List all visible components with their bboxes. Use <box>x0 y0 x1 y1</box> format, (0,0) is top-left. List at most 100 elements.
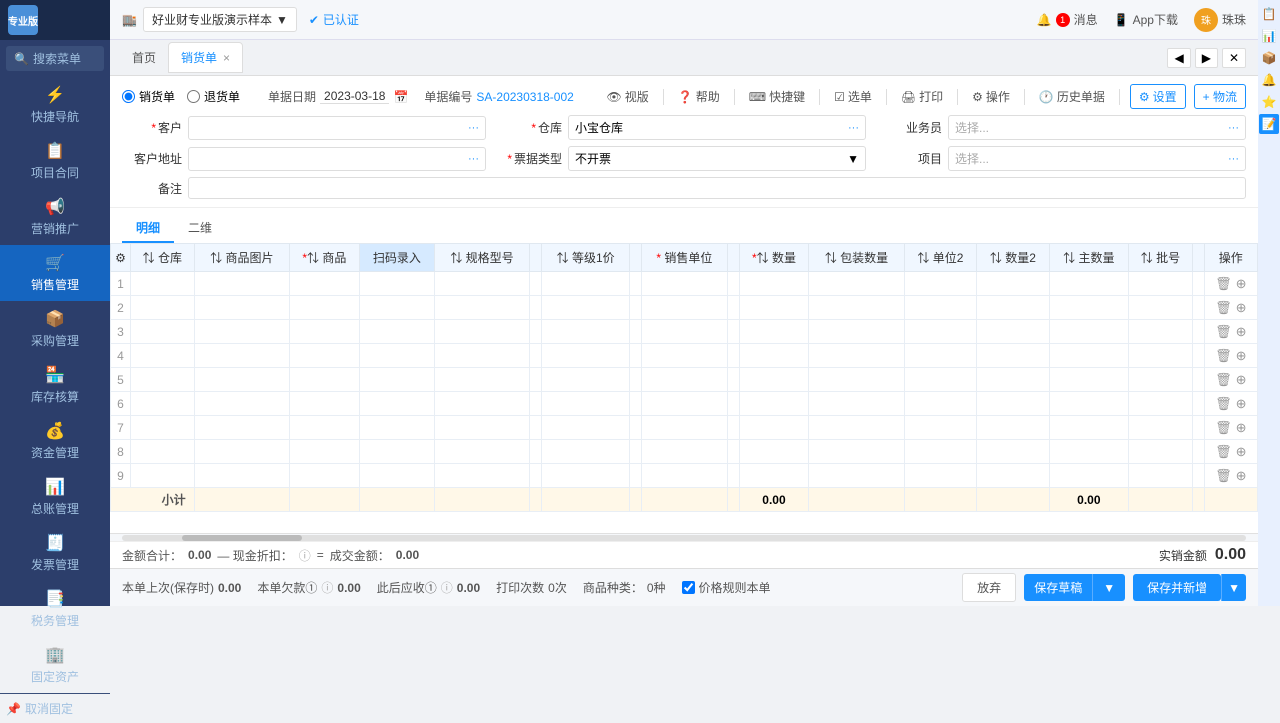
row1-delete-btn[interactable]: 🗑 <box>1215 276 1232 292</box>
radio-return[interactable]: 退货单 <box>187 88 240 105</box>
th-scan-input[interactable]: 扫码录入 <box>359 244 434 272</box>
th-spec[interactable]: ⇅ 规格型号 <box>434 244 529 272</box>
store-selector[interactable]: 🏬 好业财专业版演示样本 ▼ <box>122 7 297 32</box>
tab-two-dim[interactable]: 二维 <box>174 214 226 243</box>
th-qty[interactable]: *⇅ 数量 <box>739 244 809 272</box>
app-download-button[interactable]: 📱 App下载 <box>1114 11 1178 28</box>
th-unit2[interactable]: ⇅ 单位2 <box>904 244 976 272</box>
salesman-dots[interactable]: ··· <box>1228 122 1239 134</box>
close-tab-icon[interactable]: × <box>223 51 230 65</box>
sidebar-item-invoice[interactable]: 🧾 发票管理 <box>0 525 110 581</box>
history-button[interactable]: 🕐历史单据 <box>1035 86 1109 107</box>
horizontal-scrollbar[interactable] <box>110 533 1258 541</box>
date-value[interactable]: 2023-03-18 <box>320 89 389 104</box>
row2-warehouse[interactable] <box>131 296 195 320</box>
row3-delete-btn[interactable]: 🗑 <box>1215 324 1232 340</box>
row2-image[interactable] <box>194 296 289 320</box>
row1-main-qty[interactable] <box>1049 272 1128 296</box>
notification-button[interactable]: 🔔 1 消息 <box>1037 11 1098 28</box>
row2-delete-btn[interactable]: 🗑 <box>1215 300 1232 316</box>
row2-price[interactable] <box>541 296 629 320</box>
number-value[interactable]: SA-20230318-002 <box>476 90 573 104</box>
note-input[interactable] <box>188 177 1246 199</box>
save-new-dropdown-button[interactable]: ▼ <box>1221 574 1246 601</box>
tab-home[interactable]: 首页 <box>122 43 166 72</box>
address-dots[interactable]: ··· <box>468 153 479 165</box>
view-button[interactable]: 👁视版 <box>603 86 653 107</box>
panel-btn-5[interactable]: ⭐ <box>1259 92 1279 112</box>
row1-copy-btn[interactable]: ⊕ <box>1236 276 1247 292</box>
add-logistics-button[interactable]: + 物流 <box>1194 84 1246 109</box>
panel-btn-3[interactable]: 📦 <box>1259 48 1279 68</box>
sidebar-item-quick-nav[interactable]: ⚡ 快捷导航 <box>0 77 110 133</box>
shortcut-button[interactable]: ⌨快捷键 <box>745 86 809 107</box>
row2-copy-btn[interactable]: ⊕ <box>1236 300 1247 316</box>
sidebar-item-marketing[interactable]: 📢 营销推广 <box>0 189 110 245</box>
sidebar-cancel-fixed[interactable]: 📌 取消固定 <box>0 693 110 723</box>
row4-copy-btn[interactable]: ⊕ <box>1236 348 1247 364</box>
row2-goods[interactable] <box>289 296 359 320</box>
row5-copy-btn[interactable]: ⊕ <box>1236 372 1247 388</box>
row7-copy-btn[interactable]: ⊕ <box>1236 420 1247 436</box>
calendar-icon[interactable]: 📅 <box>393 90 408 104</box>
row1-scan[interactable] <box>359 272 434 296</box>
help-button[interactable]: ❓帮助 <box>674 86 724 107</box>
sidebar-item-fixed[interactable]: 🏢 固定资产 <box>0 637 110 693</box>
save-new-primary-button[interactable]: 保存并新增 <box>1133 574 1221 601</box>
panel-btn-1[interactable]: 📋 <box>1259 4 1279 24</box>
customer-dots[interactable]: ··· <box>468 122 479 134</box>
save-new-button[interactable]: ▼ <box>1092 574 1125 601</box>
row1-qty[interactable] <box>739 272 809 296</box>
save-draft-button[interactable]: 保存草稿 <box>1024 574 1092 601</box>
address-input[interactable]: ··· <box>188 147 486 171</box>
price-rule-checkbox[interactable] <box>682 581 695 594</box>
sidebar-item-sales[interactable]: 🛒 销售管理 <box>0 245 110 301</box>
radio-sale-input[interactable] <box>122 90 135 103</box>
th-warehouse[interactable]: ⇅ 仓库 <box>131 244 195 272</box>
th-main-qty[interactable]: ⇅ 主数量 <box>1049 244 1128 272</box>
row5-delete-btn[interactable]: 🗑 <box>1215 372 1232 388</box>
row9-copy-btn[interactable]: ⊕ <box>1236 468 1247 484</box>
row1-unit2[interactable] <box>904 272 976 296</box>
store-dropdown[interactable]: 好业财专业版演示样本 ▼ <box>143 7 297 32</box>
row1-unit[interactable] <box>642 272 728 296</box>
th-price[interactable]: ⇅ 等级1价 <box>541 244 629 272</box>
row1-spec[interactable] <box>434 272 529 296</box>
radio-sale[interactable]: 销货单 <box>122 88 175 105</box>
th-qty2[interactable]: ⇅ 数量2 <box>977 244 1049 272</box>
row2-qty[interactable] <box>739 296 809 320</box>
tab-prev-button[interactable]: ◀ <box>1167 48 1190 68</box>
row4-delete-btn[interactable]: 🗑 <box>1215 348 1232 364</box>
sidebar-item-accounts[interactable]: 📊 总账管理 <box>0 469 110 525</box>
discard-button[interactable]: 放弃 <box>962 573 1016 602</box>
select-button[interactable]: ☑选单 <box>830 86 876 107</box>
th-goods[interactable]: *⇅ 商品 <box>289 244 359 272</box>
th-settings[interactable]: ⚙ <box>111 244 131 272</box>
row1-qty2[interactable] <box>977 272 1049 296</box>
row1-warehouse[interactable] <box>131 272 195 296</box>
th-unit[interactable]: * 销售单位 <box>642 244 728 272</box>
row2-scan[interactable] <box>359 296 434 320</box>
project-input[interactable]: 选择... ··· <box>948 146 1246 171</box>
print-button[interactable]: 🖨打印 <box>897 86 947 107</box>
row6-delete-btn[interactable]: 🗑 <box>1215 396 1232 412</box>
sidebar-item-purchase[interactable]: 📦 采购管理 <box>0 301 110 357</box>
panel-btn-2[interactable]: 📊 <box>1259 26 1279 46</box>
sidebar-search-area[interactable]: 🔍 搜索菜单 <box>0 40 110 77</box>
tab-close-all-button[interactable]: ✕ <box>1222 48 1246 68</box>
warehouse-input[interactable]: 小宝仓库 ··· <box>568 115 866 140</box>
tab-sale-order[interactable]: 销货单 × <box>168 42 243 73</box>
user-avatar-area[interactable]: 珠 珠珠 <box>1194 8 1246 32</box>
row7-delete-btn[interactable]: 🗑 <box>1215 420 1232 436</box>
row3-copy-btn[interactable]: ⊕ <box>1236 324 1247 340</box>
tab-detail[interactable]: 明细 <box>122 214 174 243</box>
project-dots[interactable]: ··· <box>1228 153 1239 165</box>
warehouse-dots[interactable]: ··· <box>848 122 859 134</box>
panel-btn-4[interactable]: 🔔 <box>1259 70 1279 90</box>
customer-input[interactable]: ··· <box>188 116 486 140</box>
th-pkg-qty[interactable]: ⇅ 包装数量 <box>809 244 904 272</box>
row6-copy-btn[interactable]: ⊕ <box>1236 396 1247 412</box>
salesman-input[interactable]: 选择... ··· <box>948 115 1246 140</box>
set-button[interactable]: ⚙ 设置 <box>1130 84 1186 109</box>
scrollbar-thumb[interactable] <box>182 535 302 541</box>
